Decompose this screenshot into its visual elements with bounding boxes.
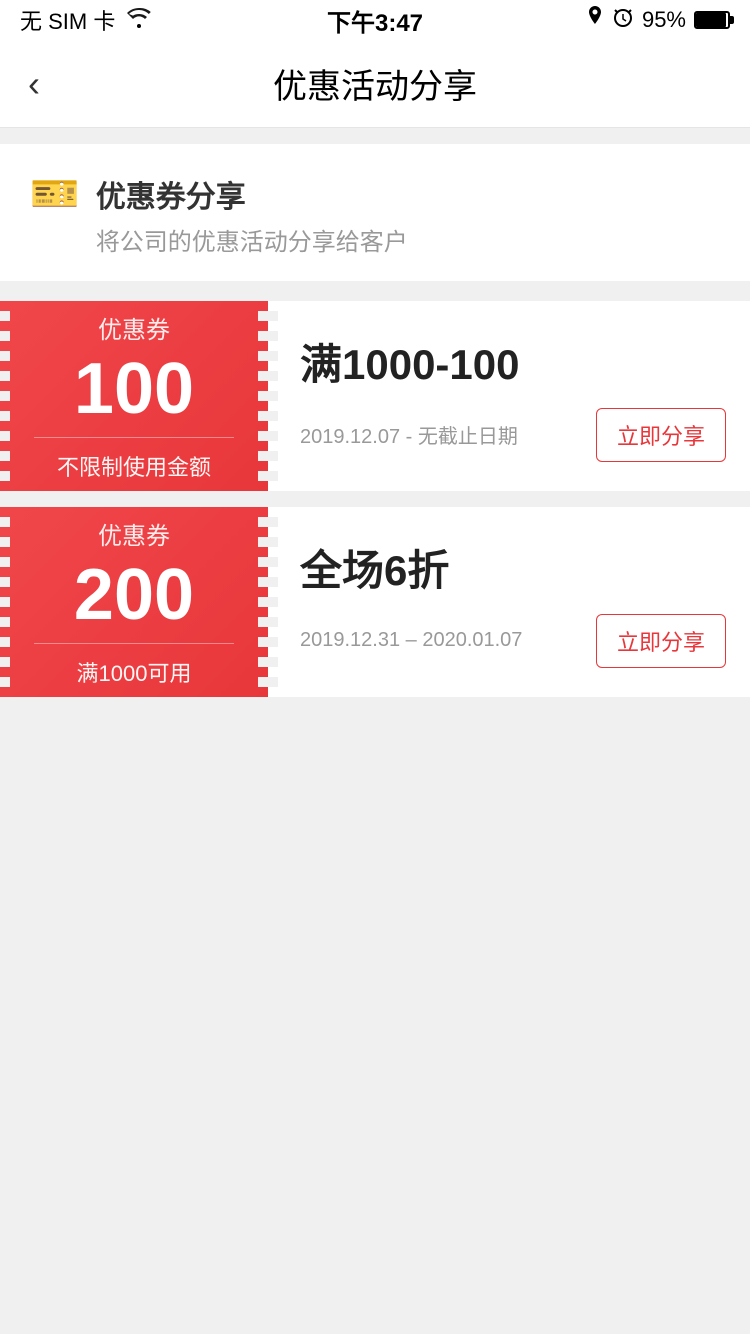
status-right: 95% [586,6,730,34]
section-text-group: 优惠券分享 将公司的优惠活动分享给客户 [96,172,408,257]
coupon-right: 全场6折 2019.12.31 – 2020.01.07 立即分享 [268,507,750,697]
battery-icon [694,11,730,29]
empty-area [0,697,750,1097]
coupon-card: 优惠券 100 不限制使用金额 满1000-100 2019.12.07 - 无… [0,301,750,491]
coupon-amount: 200 [74,559,194,631]
section-header: 🎫 优惠券分享 将公司的优惠活动分享给客户 [0,144,750,281]
share-button[interactable]: 立即分享 [596,408,726,462]
back-button[interactable]: ‹ [28,63,40,105]
coupon-label: 优惠券 [98,310,170,345]
coupon-amount: 100 [74,353,194,425]
section-title: 优惠券分享 [96,172,408,216]
status-bar: 无 SIM 卡 下午3:47 95% [0,0,750,40]
coupon-right: 满1000-100 2019.12.07 - 无截止日期 立即分享 [268,301,750,491]
coupon-label: 优惠券 [98,516,170,551]
coupon-date: 2019.12.07 - 无截止日期 [300,420,596,449]
status-left: 无 SIM 卡 [20,4,153,36]
coupon-condition: 不限制使用金额 [57,450,211,482]
coupon-bottom-row: 2019.12.07 - 无截止日期 立即分享 [300,408,726,462]
coupon-bottom-row: 2019.12.31 – 2020.01.07 立即分享 [300,614,726,668]
coupon-divider [34,437,234,438]
section-icon: 🎫 [30,174,80,214]
coupon-title: 满1000-100 [300,331,726,392]
coupon-condition: 满1000可用 [77,656,192,688]
battery-percentage: 95% [642,7,686,33]
carrier-text: 无 SIM 卡 [20,4,115,36]
location-icon [586,6,604,34]
nav-bar: ‹ 优惠活动分享 [0,40,750,128]
coupon-list: 优惠券 100 不限制使用金额 满1000-100 2019.12.07 - 无… [0,281,750,697]
coupon-divider [34,643,234,644]
coupon-date: 2019.12.31 – 2020.01.07 [300,629,596,652]
status-time: 下午3:47 [327,3,423,38]
coupon-left: 优惠券 200 满1000可用 [0,507,268,697]
page-title: 优惠活动分享 [273,59,477,108]
coupon-title: 全场6折 [300,537,726,598]
coupon-left: 优惠券 100 不限制使用金额 [0,301,268,491]
share-button[interactable]: 立即分享 [596,614,726,668]
coupon-card: 优惠券 200 满1000可用 全场6折 2019.12.31 – 2020.0… [0,507,750,697]
wifi-icon [125,6,153,34]
section-subtitle: 将公司的优惠活动分享给客户 [96,222,408,257]
alarm-icon [612,6,634,34]
